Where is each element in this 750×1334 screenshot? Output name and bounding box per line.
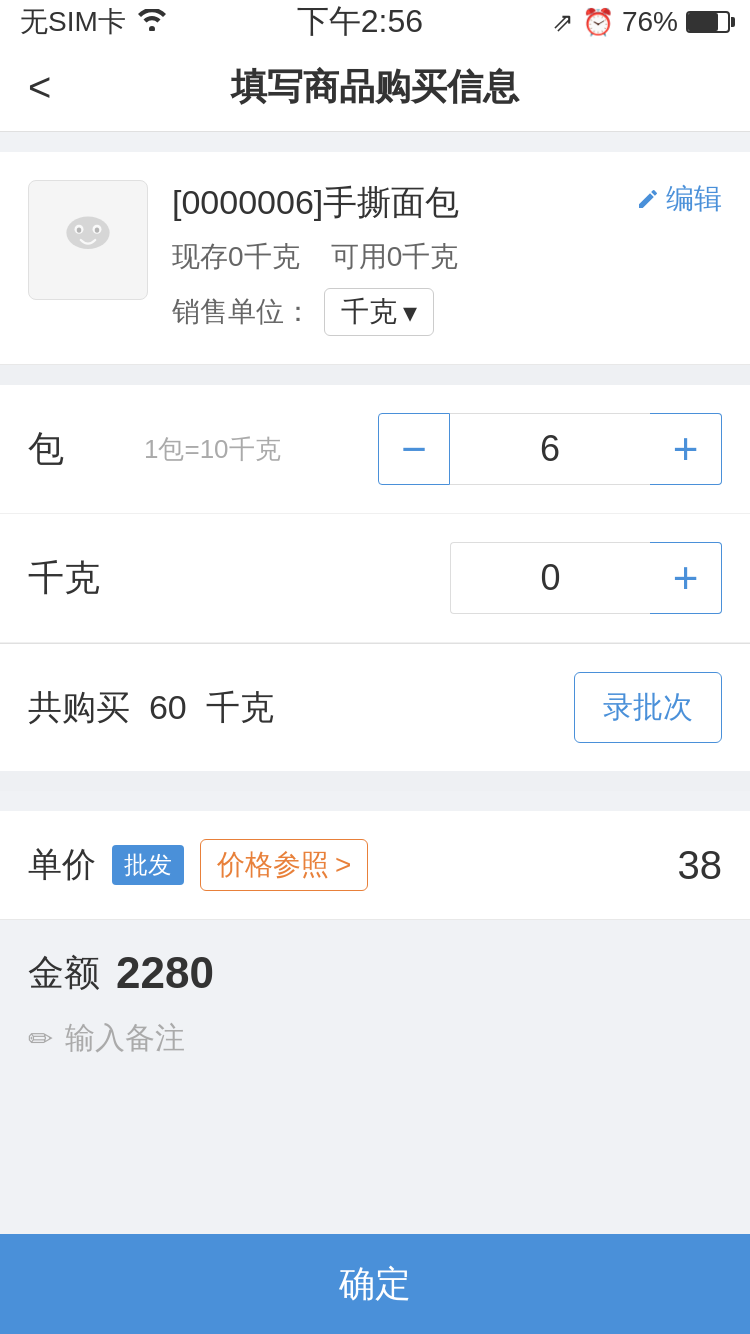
page-title: 填写商品购买信息 [231,63,519,112]
status-left: 无SIM卡 [20,3,168,41]
confirm-button-label: 确定 [339,1260,411,1309]
product-info: [0000006]手撕面包 编辑 现存0千克 可用0千克 销售单位： 千克 ▾ [172,180,722,336]
wifi-icon [136,6,168,38]
carrier-text: 无SIM卡 [20,3,126,41]
remark-row[interactable]: ✏ 输入备注 [28,1018,722,1059]
product-name-row: [0000006]手撕面包 编辑 [172,180,722,226]
status-right: ⇗ ⏰ 76% [552,6,730,38]
back-button[interactable]: < [28,65,51,110]
amount-label: 金额 [28,949,100,998]
unit-select[interactable]: 千克 ▾ [324,288,434,336]
svg-point-3 [77,227,82,232]
bao-input-row: 包 1包=10千克 − + [0,385,750,514]
product-full-name: [0000006]手撕面包 [172,180,459,226]
bao-sublabel: 1包=10千克 [144,432,378,467]
amount-section: 金额 2280 ✏ 输入备注 [0,920,750,1079]
status-time: 下午2:56 [297,0,423,44]
nav-bar: < 填写商品购买信息 [0,44,750,132]
remark-text: 输入备注 [65,1018,185,1059]
bao-minus-button[interactable]: − [378,413,450,485]
chevron-right-icon: > [335,849,351,881]
dropdown-icon: ▾ [403,296,417,329]
price-row: 单价 批发 价格参照 > 38 [28,839,722,891]
input-section: 包 1包=10千克 − + 千克 + [0,385,750,643]
kg-input-controls: + [450,542,722,614]
section-separator-2 [0,771,750,791]
section-separator-1 [0,365,750,385]
bao-value-input[interactable] [450,413,650,485]
batch-button[interactable]: 录批次 [574,672,722,743]
kg-input-row: 千克 + [0,514,750,643]
product-stock: 现存0千克 可用0千克 [172,238,722,276]
price-ref-button[interactable]: 价格参照 > [200,839,368,891]
total-quantity: 60 [149,688,187,726]
bao-plus-button[interactable]: + [650,413,722,485]
edit-label: 编辑 [666,180,722,218]
svg-point-4 [95,227,100,232]
amount-row: 金额 2280 [28,948,722,998]
price-label: 单价 [28,842,96,888]
alarm-icon: ⏰ [582,7,614,38]
kg-plus-button[interactable]: + [650,542,722,614]
product-unit-row: 销售单位： 千克 ▾ [172,288,722,336]
total-row: 共购买 60 千克 录批次 [0,643,750,771]
edit-button[interactable]: 编辑 [636,180,722,218]
confirm-section[interactable]: 确定 [0,1234,750,1334]
kg-value-input[interactable] [450,542,650,614]
bao-input-controls: − + [378,413,722,485]
location-icon: ⇗ [552,7,574,38]
total-text: 共购买 60 千克 [28,685,274,731]
pifa-badge: 批发 [112,845,184,885]
pencil-icon: ✏ [28,1021,53,1056]
price-value: 38 [678,843,723,888]
product-image [28,180,148,300]
battery-percentage: 76% [622,6,678,38]
battery-icon [686,11,730,33]
status-bar: 无SIM卡 下午2:56 ⇗ ⏰ 76% [0,0,750,44]
price-section: 单价 批发 价格参照 > 38 [0,811,750,920]
amount-value: 2280 [116,948,214,998]
product-logo-icon [52,204,124,276]
product-card: [0000006]手撕面包 编辑 现存0千克 可用0千克 销售单位： 千克 ▾ [0,152,750,365]
bao-label: 包 [28,425,128,474]
kg-label: 千克 [28,554,128,603]
